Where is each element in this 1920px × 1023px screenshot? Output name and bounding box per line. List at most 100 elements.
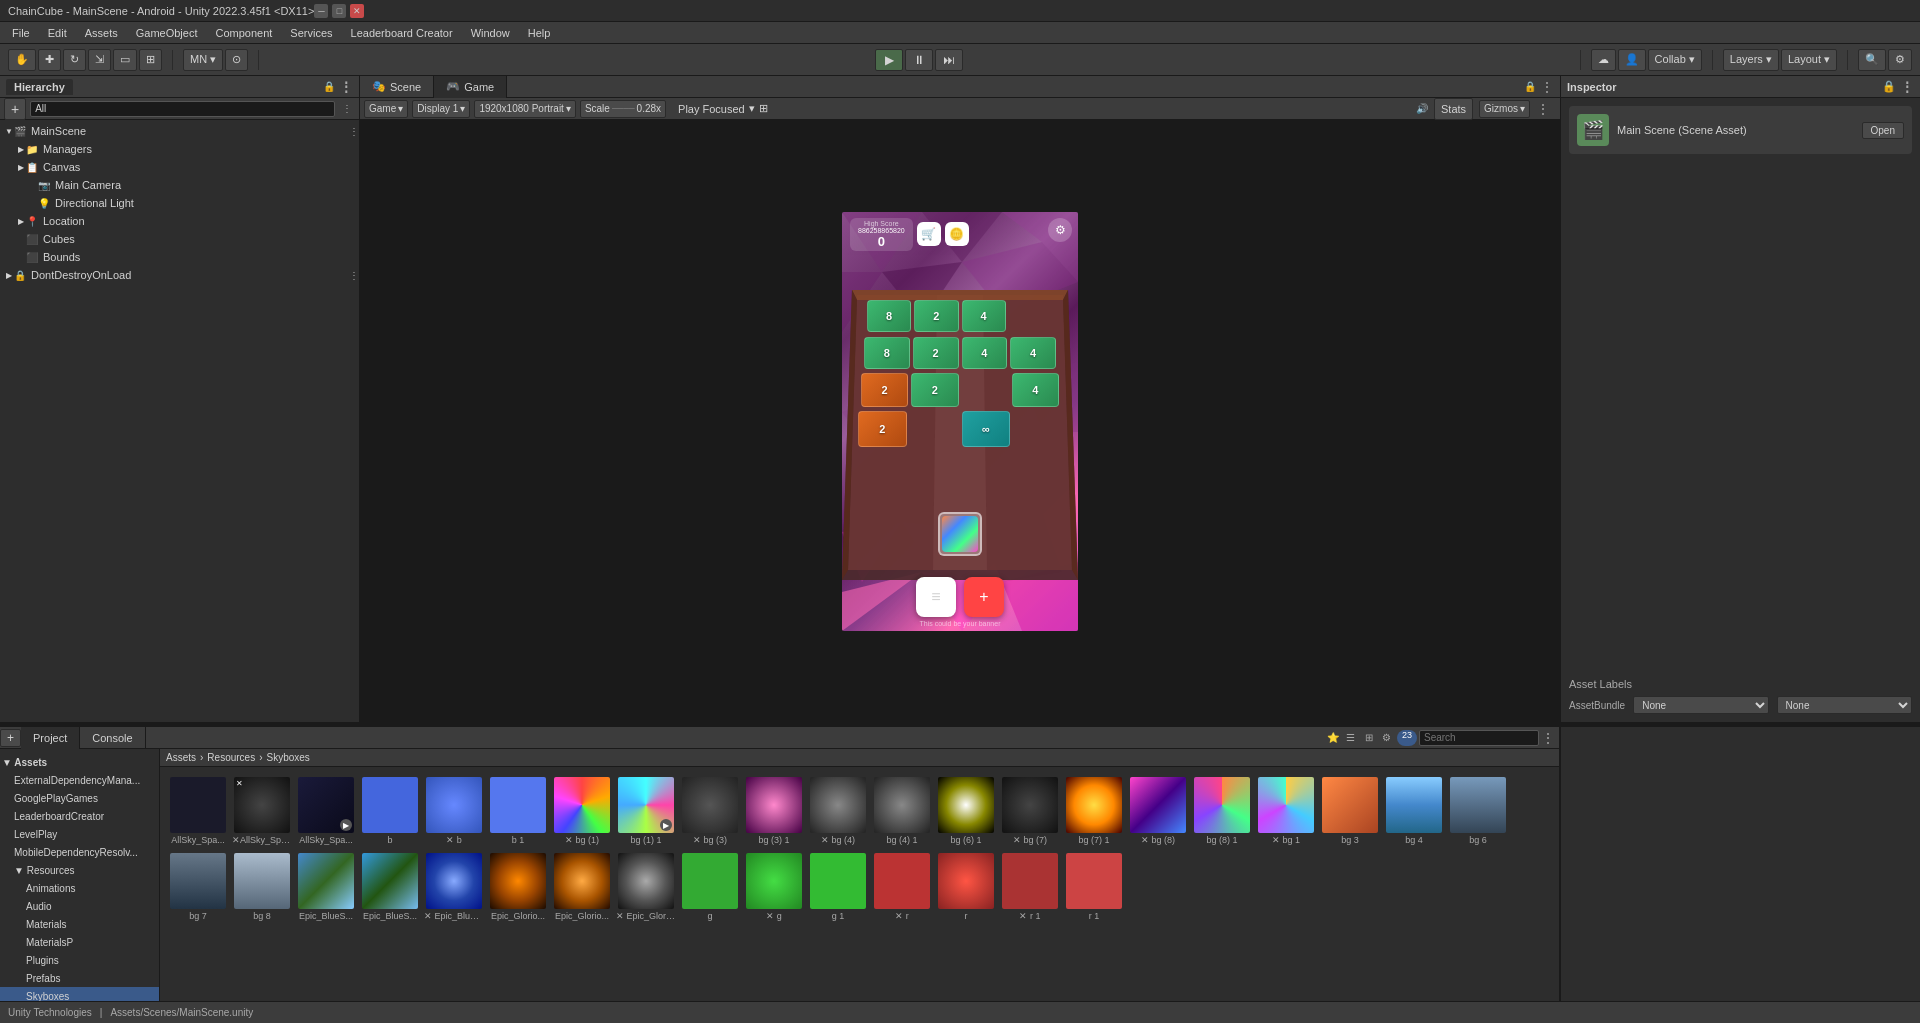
asset-bg7-1[interactable]: bg (7) 1 bbox=[1064, 775, 1124, 847]
asset-bundle-dropdown-1[interactable]: None bbox=[1633, 696, 1768, 714]
tab-inspector[interactable]: Inspector bbox=[1567, 81, 1617, 93]
asset-g2[interactable]: ✕ g bbox=[744, 851, 804, 923]
asset-bg8[interactable]: ✕ bg (8) bbox=[1128, 775, 1188, 847]
hierarchy-add-button[interactable]: + bbox=[4, 98, 26, 120]
transform-tool[interactable]: ⊞ bbox=[139, 49, 162, 71]
asset-bg6-solo[interactable]: bg 6 bbox=[1448, 775, 1508, 847]
hierarchy-search-input[interactable] bbox=[30, 101, 335, 117]
settings-button[interactable]: ⚙ bbox=[1888, 49, 1912, 71]
project-more-icon[interactable]: ⋮ bbox=[1541, 730, 1555, 746]
inspector-lock-icon[interactable]: 🔒 bbox=[1882, 80, 1896, 93]
tree-mobiledep[interactable]: MobileDependencyResolv... bbox=[0, 843, 159, 861]
center-btn[interactable]: ⊙ bbox=[225, 49, 248, 71]
tree-audio[interactable]: Audio bbox=[0, 897, 159, 915]
display-dropdown[interactable]: Display 1 ▾ bbox=[412, 100, 470, 118]
menu-component[interactable]: Component bbox=[207, 25, 280, 41]
menu-file[interactable]: File bbox=[4, 25, 38, 41]
tree-skyboxes[interactable]: Skyboxes bbox=[0, 987, 159, 1001]
asset-bg3-1[interactable]: bg (3) 1 bbox=[744, 775, 804, 847]
hierarchy-item-main-camera[interactable]: 📷 Main Camera bbox=[0, 176, 359, 194]
game-dropdown[interactable]: Game ▾ bbox=[364, 100, 408, 118]
asset-bg3-solo[interactable]: bg 3 bbox=[1320, 775, 1380, 847]
hierarchy-item-dontdestroy[interactable]: ▶ 🔒 DontDestroyOnLoad ⋮ bbox=[0, 266, 359, 284]
tree-materials[interactable]: Materials bbox=[0, 915, 159, 933]
tab-scene[interactable]: 🎭 Scene bbox=[360, 76, 434, 98]
tree-animations[interactable]: Animations bbox=[0, 879, 159, 897]
stats-button[interactable]: Stats bbox=[1434, 98, 1473, 120]
close-button[interactable]: ✕ bbox=[350, 4, 364, 18]
asset-r1[interactable]: ✕ r bbox=[872, 851, 932, 923]
scale-control[interactable]: Scale ──── 0.28x bbox=[580, 100, 666, 118]
project-favorites-icon[interactable]: ⭐ bbox=[1325, 730, 1341, 746]
collab-button[interactable]: Collab ▾ bbox=[1648, 49, 1702, 71]
tree-levelplay[interactable]: LevelPlay bbox=[0, 825, 159, 843]
hierarchy-item-options[interactable]: ⋮ bbox=[349, 126, 359, 137]
menu-services[interactable]: Services bbox=[282, 25, 340, 41]
maximize-game-icon[interactable]: ⊞ bbox=[759, 102, 768, 115]
tab-hierarchy[interactable]: Hierarchy bbox=[6, 79, 73, 95]
tree-item-assets[interactable]: ▼ Assets bbox=[0, 753, 159, 771]
menu-gameobject[interactable]: GameObject bbox=[128, 25, 206, 41]
hierarchy-item-cubes[interactable]: ⬛ Cubes bbox=[0, 230, 359, 248]
project-list-icon[interactable]: ☰ bbox=[1343, 730, 1359, 746]
game-view-more[interactable]: ⋮ bbox=[1536, 101, 1550, 117]
tree-leaderboard[interactable]: LeaderboardCreator bbox=[0, 807, 159, 825]
inspector-more-icon[interactable]: ⋮ bbox=[1900, 79, 1914, 95]
menu-edit[interactable]: Edit bbox=[40, 25, 75, 41]
asset-bg1-solo[interactable]: ✕ bg 1 bbox=[1256, 775, 1316, 847]
step-button[interactable]: ⏭ bbox=[935, 49, 963, 71]
tab-project[interactable]: Project bbox=[21, 727, 80, 749]
asset-bg8-solo[interactable]: bg 8 bbox=[232, 851, 292, 923]
tab-game[interactable]: 🎮 Game bbox=[434, 76, 507, 98]
asset-epic-glorio3[interactable]: ✕ Epic_Glorio... bbox=[616, 851, 676, 923]
layout-button[interactable]: Layout ▾ bbox=[1781, 49, 1837, 71]
menu-window[interactable]: Window bbox=[463, 25, 518, 41]
tree-googleplay[interactable]: GooglePlayGames bbox=[0, 789, 159, 807]
asset-allsky1[interactable]: AllSky_Spa... bbox=[168, 775, 228, 847]
tree-prefabs[interactable]: Prefabs bbox=[0, 969, 159, 987]
asset-allsky3[interactable]: ▶ AllSky_Spa... bbox=[296, 775, 356, 847]
asset-bundle-dropdown-2[interactable]: None bbox=[1777, 696, 1912, 714]
asset-b1[interactable]: b bbox=[360, 775, 420, 847]
hierarchy-options-icon[interactable]: ⋮ bbox=[339, 101, 355, 117]
tab-console[interactable]: Console bbox=[80, 727, 145, 749]
add-asset-button[interactable]: + bbox=[0, 729, 21, 747]
asset-bg3[interactable]: ✕ bg (3) bbox=[680, 775, 740, 847]
asset-bg7[interactable]: ✕ bg (7) bbox=[1000, 775, 1060, 847]
hierarchy-item-canvas[interactable]: ▶ 📋 Canvas bbox=[0, 158, 359, 176]
hierarchy-item-managers[interactable]: ▶ 📁 Managers bbox=[0, 140, 359, 158]
asset-epic-glorio1[interactable]: Epic_Glorio... bbox=[488, 851, 548, 923]
asset-allsky2[interactable]: ✕ ✕AllSky_Spa... bbox=[232, 775, 292, 847]
asset-bg4[interactable]: ✕ bg (4) bbox=[808, 775, 868, 847]
asset-b2[interactable]: ✕ b bbox=[424, 775, 484, 847]
search-button[interactable]: 🔍 bbox=[1858, 49, 1886, 71]
project-grid-icon[interactable]: ⊞ bbox=[1361, 730, 1377, 746]
rect-tool[interactable]: ▭ bbox=[113, 49, 137, 71]
hand-tool[interactable]: ✋ bbox=[8, 49, 36, 71]
tree-materialsp[interactable]: MaterialsP bbox=[0, 933, 159, 951]
asset-bg8-1[interactable]: bg (8) 1 bbox=[1192, 775, 1252, 847]
menu-leaderboard[interactable]: Leaderboard Creator bbox=[343, 25, 461, 41]
move-tool[interactable]: ✚ bbox=[38, 49, 61, 71]
mute-icon[interactable]: 🔊 bbox=[1416, 103, 1428, 114]
layers-button[interactable]: Layers ▾ bbox=[1723, 49, 1779, 71]
hierarchy-lock-icon[interactable]: 🔒 bbox=[321, 79, 337, 95]
pause-button[interactable]: ⏸ bbox=[905, 49, 933, 71]
center-lock-icon[interactable]: 🔒 bbox=[1522, 79, 1538, 95]
hierarchy-item-bounds[interactable]: ⬛ Bounds bbox=[0, 248, 359, 266]
asset-g1-1[interactable]: g 1 bbox=[808, 851, 868, 923]
scale-tool[interactable]: ⇲ bbox=[88, 49, 111, 71]
hierarchy-more-icon[interactable]: ⋮ bbox=[339, 79, 353, 95]
gizmos-dropdown[interactable]: Gizmos ▾ bbox=[1479, 100, 1530, 118]
maximize-button[interactable]: □ bbox=[332, 4, 346, 18]
asset-bg4-solo[interactable]: bg 4 bbox=[1384, 775, 1444, 847]
asset-r1-2[interactable]: r 1 bbox=[1064, 851, 1124, 923]
cloud-button[interactable]: ☁ bbox=[1591, 49, 1616, 71]
tree-plugins[interactable]: Plugins bbox=[0, 951, 159, 969]
asset-bg7-solo[interactable]: bg 7 bbox=[168, 851, 228, 923]
play-button[interactable]: ▶ bbox=[875, 49, 903, 71]
asset-g1[interactable]: g bbox=[680, 851, 740, 923]
tree-resources[interactable]: ▼ Resources bbox=[0, 861, 159, 879]
rotate-tool[interactable]: ↻ bbox=[63, 49, 86, 71]
asset-r1-1[interactable]: ✕ r 1 bbox=[1000, 851, 1060, 923]
